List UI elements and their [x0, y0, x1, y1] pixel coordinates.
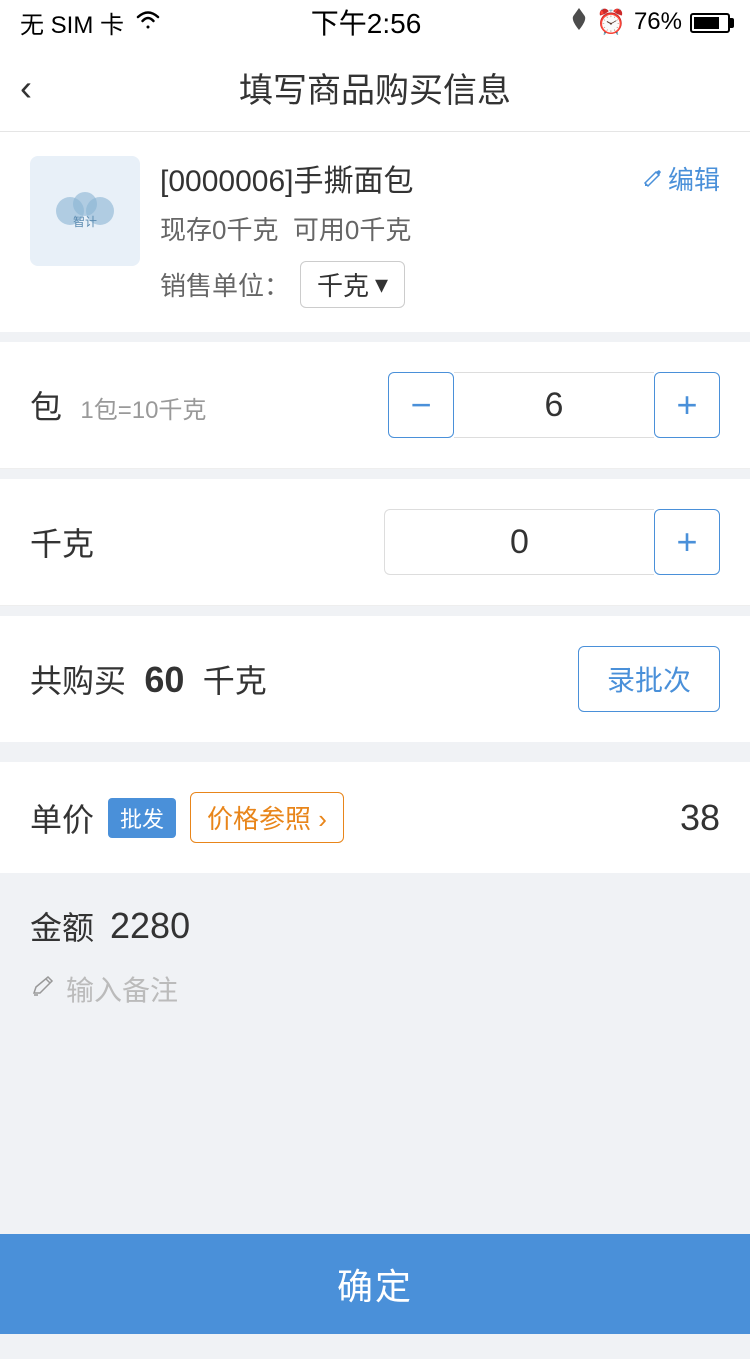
bottom-area: 确定	[0, 1234, 750, 1334]
alarm-icon: ⏰	[596, 8, 626, 37]
kg-row: 千克 +	[30, 479, 720, 605]
status-bar: 无 SIM 卡 下午2:56 ⏰ 76%	[0, 0, 750, 44]
pack-qty-input[interactable]	[454, 372, 654, 438]
summary-prefix: 共购买	[30, 663, 126, 699]
price-section: 单价 批发 价格参照 › 38	[0, 752, 750, 873]
price-left: 单价 批发 价格参照 ›	[30, 792, 344, 843]
product-unit-row: 销售单位： 千克 ▾	[160, 261, 720, 308]
summary-label-group: 共购买 60 千克	[30, 656, 267, 702]
unit-selector[interactable]: 千克 ▾	[300, 261, 405, 308]
status-time: 下午2:56	[311, 2, 422, 42]
kg-section: 千克 +	[0, 479, 750, 606]
summary-section: 共购买 60 千克 录批次	[0, 616, 750, 742]
kg-increment-button[interactable]: +	[654, 509, 720, 575]
pack-increment-button[interactable]: +	[654, 372, 720, 438]
summary-unit: 千克	[203, 663, 267, 699]
battery-percent: 76%	[634, 8, 682, 36]
price-label: 单价	[30, 795, 94, 841]
batch-tag: 批发	[108, 798, 176, 838]
note-placeholder: 输入备注	[66, 969, 178, 1009]
product-image: 智计	[30, 156, 140, 266]
kg-qty-input[interactable]	[384, 509, 654, 575]
pack-section: 包 1包=10千克 − +	[0, 342, 750, 469]
page-title: 填写商品购买信息	[239, 63, 511, 112]
note-row[interactable]: 输入备注	[30, 969, 720, 1009]
amount-row: 金额 2280	[30, 903, 720, 949]
batch-button[interactable]: 录批次	[578, 646, 720, 712]
summary-amount: 60	[144, 659, 184, 700]
amount-label: 金额	[30, 903, 94, 949]
edit-button[interactable]: 编辑	[642, 160, 720, 197]
section-divider-2	[0, 606, 750, 616]
wifi-icon	[134, 8, 162, 36]
product-stock: 现存0千克 可用0千克	[160, 210, 720, 247]
product-info: [0000006]手撕面包 编辑 现存0千克 可用0千克 销售单位： 千克 ▾	[160, 156, 720, 308]
note-icon	[30, 973, 56, 1006]
confirm-button[interactable]: 确定	[0, 1234, 750, 1334]
kg-qty-control: +	[384, 509, 720, 575]
pack-label-group: 包 1包=10千克	[30, 382, 206, 428]
status-right: ⏰ 76%	[570, 8, 730, 37]
price-ref-button[interactable]: 价格参照 ›	[190, 792, 344, 843]
product-card: 智计 [0000006]手撕面包 编辑 现存0千克 可用0千克 销售单位： 千克…	[0, 132, 750, 342]
status-left: 无 SIM 卡	[20, 5, 162, 40]
battery-icon	[690, 8, 730, 36]
price-value: 38	[680, 797, 720, 839]
chevron-down-icon: ▾	[375, 269, 388, 300]
amount-section: 金额 2280 输入备注	[0, 873, 750, 1009]
pack-qty-control: − +	[388, 372, 720, 438]
summary-row: 共购买 60 千克 录批次	[30, 616, 720, 742]
location-icon	[570, 8, 588, 37]
pack-row: 包 1包=10千克 − +	[30, 342, 720, 468]
nav-bar: ‹ 填写商品购买信息	[0, 44, 750, 132]
product-name-row: [0000006]手撕面包 编辑	[160, 156, 720, 200]
pack-label: 包	[30, 389, 62, 425]
kg-label: 千克	[30, 519, 94, 565]
back-button[interactable]: ‹	[20, 67, 32, 109]
sim-label: 无 SIM 卡	[20, 5, 124, 40]
svg-text:智计: 智计	[73, 214, 97, 229]
amount-value: 2280	[110, 905, 190, 947]
pack-hint: 1包=10千克	[80, 397, 206, 424]
section-divider-1	[0, 469, 750, 479]
product-full-name: [0000006]手撕面包	[160, 156, 413, 200]
pack-decrement-button[interactable]: −	[388, 372, 454, 438]
price-row: 单价 批发 价格参照 › 38	[30, 792, 720, 843]
